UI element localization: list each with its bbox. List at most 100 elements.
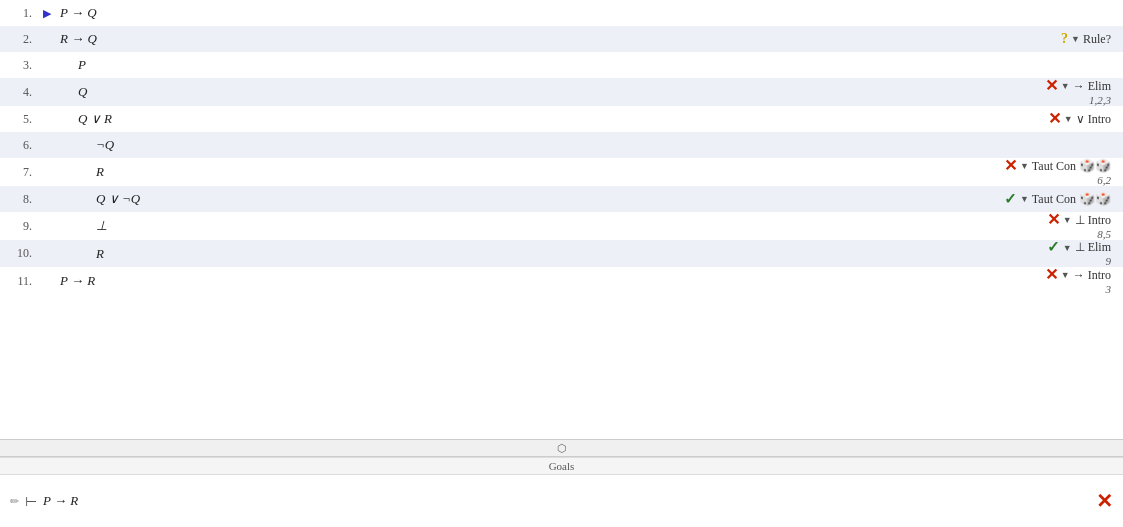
table-row: 5.Q ∨ R✕▼∨ Intro — [0, 106, 1123, 132]
rule-line-numbers: 3 — [1106, 283, 1112, 295]
panel-divider[interactable]: ⬡ — [0, 439, 1123, 457]
row-flag — [38, 186, 56, 212]
row-number: 2. — [0, 26, 38, 52]
row-flag — [38, 212, 56, 240]
table-row: 4.Q✕▼→ Elim1,2,3 — [0, 78, 1123, 106]
table-row: 3. P — [0, 52, 1123, 78]
check-icon: ✓ — [1004, 192, 1017, 207]
row-number: 3. — [0, 52, 38, 78]
rule-cell — [923, 132, 1123, 158]
goal-flag-icon: ✏ — [10, 495, 19, 508]
table-row: 8.Q ∨ ¬Q✓▼Taut Con🎲🎲 — [0, 186, 1123, 212]
rule-text[interactable]: Rule? — [1083, 32, 1111, 47]
table-row: 2. R → Q?▼Rule? — [0, 26, 1123, 52]
goal-status-error: ✕ — [1096, 491, 1113, 512]
row-number: 1. — [0, 0, 38, 26]
table-row: 1. ▶ P → Q — [0, 0, 1123, 26]
row-number: 8. — [0, 186, 38, 212]
goals-label: Goals — [549, 460, 575, 472]
goal-error-icon: ✕ — [1096, 490, 1113, 512]
rule-dropdown-arrow[interactable]: ▼ — [1063, 243, 1072, 253]
error-icon: ✕ — [1048, 111, 1061, 127]
row-formula[interactable]: R — [56, 158, 923, 186]
row-formula[interactable]: P — [56, 52, 923, 78]
goal-turnstile: ⊢ — [25, 493, 37, 510]
row-formula[interactable]: P → R — [56, 267, 923, 295]
row-flag: ▶ — [38, 0, 56, 26]
rule-line-numbers: 1,2,3 — [1089, 94, 1111, 106]
table-row: 11.P → R✕▼→ Intro3 — [0, 267, 1123, 295]
rule-text[interactable]: ⊥ Intro — [1075, 213, 1111, 228]
error-icon: ✕ — [1047, 212, 1060, 228]
row-formula[interactable]: R — [56, 240, 923, 267]
rule-line-numbers: 9 — [1106, 255, 1112, 267]
row-formula[interactable]: Q ∨ R — [56, 106, 923, 132]
row-formula[interactable]: P → Q — [56, 0, 923, 26]
rule-cell — [923, 52, 1123, 78]
row-formula[interactable]: ¬Q — [56, 132, 923, 158]
question-icon: ? — [1061, 31, 1068, 47]
rule-line-numbers: 6,2 — [1097, 174, 1111, 186]
rule-text[interactable]: ⊥ Elim — [1075, 240, 1111, 255]
rule-cell: ✕▼∨ Intro — [923, 106, 1123, 132]
active-row-arrow: ▶ — [43, 7, 51, 19]
row-flag — [38, 26, 56, 52]
rule-text[interactable]: → Intro — [1073, 268, 1111, 283]
goals-left: ✏ ⊢ P → R — [10, 493, 78, 510]
row-flag — [38, 267, 56, 295]
table-row: 6. ¬Q — [0, 132, 1123, 158]
error-icon: ✕ — [1004, 158, 1017, 174]
row-flag — [38, 78, 56, 106]
rule-dropdown-arrow[interactable]: ▼ — [1020, 194, 1029, 204]
row-number: 5. — [0, 106, 38, 132]
proof-table: 1.▶P → Q2.R → Q?▼Rule?3.P4.Q✕▼→ Elim1,2,… — [0, 0, 1123, 295]
rule-dropdown-arrow[interactable]: ▼ — [1020, 161, 1029, 171]
rule-cell: ?▼Rule? — [923, 26, 1123, 52]
table-row: 10.R✓▼⊥ Elim9 — [0, 240, 1123, 267]
table-row: 9.⊥✕▼⊥ Intro8,5 — [0, 212, 1123, 240]
rule-line-numbers: 8,5 — [1097, 228, 1111, 240]
row-flag — [38, 132, 56, 158]
rule-cell: ✓▼Taut Con🎲🎲 — [923, 186, 1123, 212]
goals-header: Goals — [0, 458, 1123, 475]
goals-content: ✏ ⊢ P → R ✕ — [0, 475, 1123, 527]
rule-cell — [923, 0, 1123, 26]
rule-cell: ✕▼Taut Con🎲🎲6,2 — [923, 158, 1123, 186]
rule-text[interactable]: Taut Con — [1032, 159, 1076, 174]
rule-dropdown-arrow[interactable]: ▼ — [1064, 114, 1073, 124]
rule-dropdown-arrow[interactable]: ▼ — [1063, 215, 1072, 225]
rule-text[interactable]: → Elim — [1073, 79, 1111, 94]
row-number: 7. — [0, 158, 38, 186]
taut-con-icon: 🎲🎲 — [1079, 191, 1111, 207]
row-flag — [38, 52, 56, 78]
divider-handle: ⬡ — [557, 442, 567, 455]
row-number: 6. — [0, 132, 38, 158]
rule-cell: ✓▼⊥ Elim9 — [923, 240, 1123, 267]
row-formula[interactable]: R → Q — [56, 26, 923, 52]
row-number: 9. — [0, 212, 38, 240]
check-icon: ✓ — [1047, 240, 1060, 255]
row-number: 4. — [0, 78, 38, 106]
rule-text[interactable]: Taut Con — [1032, 192, 1076, 207]
rule-cell: ✕▼→ Elim1,2,3 — [923, 78, 1123, 106]
rule-cell: ✕▼→ Intro3 — [923, 267, 1123, 295]
goals-panel: Goals ✏ ⊢ P → R ✕ — [0, 457, 1123, 527]
rule-cell: ✕▼⊥ Intro8,5 — [923, 212, 1123, 240]
taut-con-icon: 🎲🎲 — [1079, 158, 1111, 174]
row-formula[interactable]: Q — [56, 78, 923, 106]
rule-dropdown-arrow[interactable]: ▼ — [1061, 270, 1070, 280]
goal-formula: P → R — [43, 493, 78, 509]
row-flag — [38, 240, 56, 267]
table-row: 7.R✕▼Taut Con🎲🎲6,2 — [0, 158, 1123, 186]
row-number: 10. — [0, 240, 38, 267]
row-flag — [38, 106, 56, 132]
error-icon: ✕ — [1045, 267, 1058, 283]
rule-dropdown-arrow[interactable]: ▼ — [1071, 34, 1080, 44]
rule-text[interactable]: ∨ Intro — [1076, 112, 1111, 127]
proof-panel: 1.▶P → Q2.R → Q?▼Rule?3.P4.Q✕▼→ Elim1,2,… — [0, 0, 1123, 439]
rule-dropdown-arrow[interactable]: ▼ — [1061, 81, 1070, 91]
error-icon: ✕ — [1045, 78, 1058, 94]
row-formula[interactable]: Q ∨ ¬Q — [56, 186, 923, 212]
row-formula[interactable]: ⊥ — [56, 212, 923, 240]
row-flag — [38, 158, 56, 186]
